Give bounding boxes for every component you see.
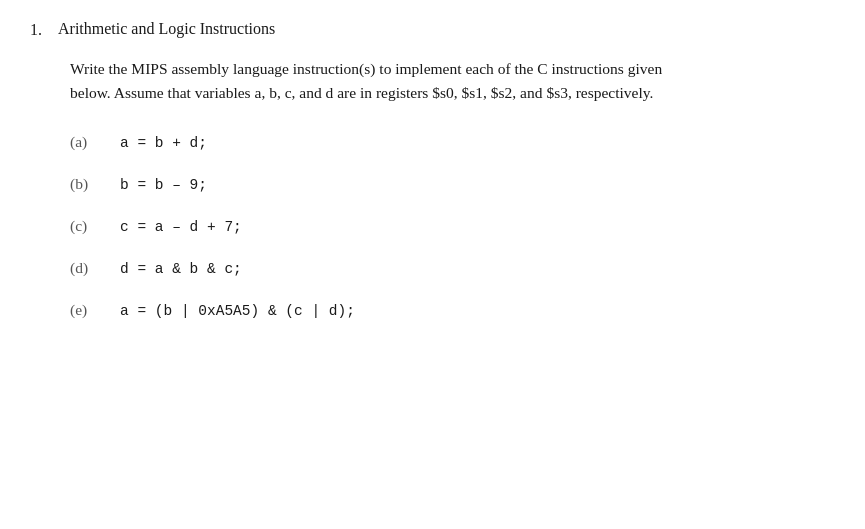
section-number: 1.: [30, 20, 58, 39]
problem-label-e: (e): [70, 301, 120, 319]
section-body: Write the MIPS assembly language instruc…: [30, 57, 835, 319]
problem-expression-a: a = b + d;: [120, 135, 207, 151]
problem-label-a: (a): [70, 133, 120, 151]
problem-expression-d: d = a & b & c;: [120, 261, 242, 277]
problem-item-c: (c) c = a – d + 7;: [70, 217, 835, 235]
section-title: Arithmetic and Logic Instructions: [58, 20, 275, 38]
problem-item-b: (b) b = b – 9;: [70, 175, 835, 193]
section-header: 1. Arithmetic and Logic Instructions: [30, 20, 835, 39]
problem-label-c: (c): [70, 217, 120, 235]
problem-label-d: (d): [70, 259, 120, 277]
problem-expression-e: a = (b | 0xA5A5) & (c | d);: [120, 303, 355, 319]
section-container: 1. Arithmetic and Logic Instructions Wri…: [30, 20, 835, 319]
problem-expression-b: b = b – 9;: [120, 177, 207, 193]
problem-label-b: (b): [70, 175, 120, 193]
problem-item-a: (a) a = b + d;: [70, 133, 835, 151]
intro-line2: below. Assume that variables a, b, c, an…: [70, 84, 653, 101]
intro-text: Write the MIPS assembly language instruc…: [70, 57, 835, 105]
problem-item-e: (e) a = (b | 0xA5A5) & (c | d);: [70, 301, 835, 319]
intro-line1: Write the MIPS assembly language instruc…: [70, 60, 662, 77]
problem-item-d: (d) d = a & b & c;: [70, 259, 835, 277]
problem-expression-c: c = a – d + 7;: [120, 219, 242, 235]
